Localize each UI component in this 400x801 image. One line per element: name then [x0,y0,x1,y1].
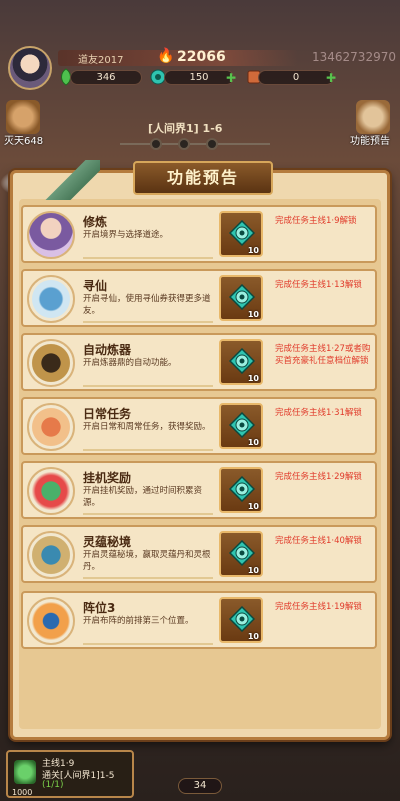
player-uid: 13462732970 [312,50,396,64]
quest-progress: (1/1) [42,780,64,790]
feature-title: 灵蕴秘境 [83,535,132,549]
reward-slot[interactable]: 10 [219,597,263,643]
jade-gem-icon [229,606,255,632]
auto-forge-icon [27,339,75,387]
resource-scroll-value: 0 [292,72,300,83]
stage-node [203,135,221,153]
stage-track [120,143,270,145]
feature-title: 阵位3 [83,601,116,615]
unlock-requirement: 完成任务主线1·19解锁 [275,602,362,612]
stage-label: [人间界1] 1-6 [148,122,223,135]
row-divider [83,513,213,515]
feature-row[interactable]: 挂机奖励 开启挂机奖励，通过时间积累资源。 10 完成任务主线1·29解锁 [21,461,377,519]
top-hud: 道友2017 🔥 22066 13462732970 346 150 ✚ 0 ✚ [0,0,400,100]
stage-node [175,135,193,153]
reward-slot[interactable]: 10 [219,211,263,257]
unlock-requirement: 完成任务主线1·9解锁 [275,216,357,226]
resource-leaf: 346 [70,70,142,85]
reward-slot[interactable]: 10 [219,467,263,513]
feature-title: 修炼 [83,215,108,229]
reward-count: 10 [247,502,259,511]
row-divider [83,577,213,579]
daily-task-icon [27,403,75,451]
row-divider [83,257,213,259]
feature-title: 日常任务 [83,407,132,421]
main-quest-tracker[interactable]: 主线1·9 通关[人间界1]1-5 (1/1) 1000 [6,750,134,798]
feature-description: 开启布阵的前排第三个位置。 [83,616,194,626]
unlock-requirement: 完成任务主线1·13解锁 [275,280,362,290]
cultivation-icon [27,211,75,259]
feature-description: 开启日常和周常任务，获得奖励。 [83,422,211,432]
resource-scroll: 0 [258,70,334,85]
feature-preview-label: 功能预告 [350,136,390,147]
feature-row[interactable]: 自动炼器 开启炼器鼎的自动功能。 10 完成任务主线1·27或者购买首充豪礼任意… [21,333,377,391]
resource-jade: 150 [164,70,234,85]
add-jade-button[interactable]: ✚ [226,71,236,85]
destroy-heaven-label: 灭天648 [4,136,44,147]
feature-description: 开启灵蕴秘境，赢取灵蕴丹和灵根丹。 [83,550,211,572]
feature-description: 开启境界与选择道途。 [83,230,169,240]
reward-count: 10 [247,310,259,319]
reward-count: 10 [247,438,259,447]
seek-immortal-icon [27,275,75,323]
resource-jade-value: 150 [189,72,209,83]
quest-reward-amount: 1000 [12,788,33,797]
reward-slot[interactable]: 10 [219,531,263,577]
quest-jade-icon [14,760,36,784]
feature-preview-panel: 功能预告 修炼 开启境界与选择道途。 10 完成任务主线1·9解锁 寻仙 开启寻… [10,161,390,740]
row-divider [83,321,213,323]
panel-title: 功能预告 [133,161,273,195]
player-name: 道友2017 [78,55,124,66]
add-scroll-button[interactable]: ✚ [326,71,336,85]
feature-preview-icon[interactable] [356,100,390,134]
unlock-requirement: 完成任务主线1·40解锁 [275,536,362,546]
jade-gem-icon [229,220,255,246]
feature-title: 自动炼器 [83,343,132,357]
unlock-requirement: 完成任务主线1·27或者购买首充豪礼任意档位解锁 [275,344,371,366]
feature-row[interactable]: 日常任务 开启日常和周常任务，获得奖励。 10 完成任务主线1·31解锁 [21,397,377,455]
feature-title: 挂机奖励 [83,471,132,485]
reward-count: 10 [247,374,259,383]
jade-gem-icon [229,540,255,566]
feature-row[interactable]: 灵蕴秘境 开启灵蕴秘境，赢取灵蕴丹和灵根丹。 10 完成任务主线1·40解锁 [21,525,377,583]
formation-icon [27,597,75,645]
reward-slot[interactable]: 10 [219,339,263,385]
feature-row[interactable]: 寻仙 开启寻仙，使用寻仙券获得更多道友。 10 完成任务主线1·13解锁 [21,269,377,327]
unlock-requirement: 完成任务主线1·29解锁 [275,472,362,482]
jade-gem-icon [229,476,255,502]
row-divider [83,449,213,451]
reward-count: 10 [247,566,259,575]
flame-icon: 🔥 [157,48,175,64]
reward-slot[interactable]: 10 [219,275,263,321]
jade-gem-icon [229,348,255,374]
idle-reward-icon [27,467,75,515]
row-divider [83,643,213,645]
player-avatar[interactable] [8,46,52,90]
row-divider [83,385,213,387]
destroy-heaven-icon[interactable] [6,100,40,134]
feature-description: 开启炼器鼎的自动功能。 [83,358,177,368]
feature-description: 开启挂机奖励，通过时间积累资源。 [83,486,203,508]
resource-leaf-value: 346 [96,72,116,83]
feature-description: 开启寻仙，使用寻仙券获得更多道友。 [83,294,211,316]
reward-count: 10 [247,632,259,641]
bottom-counter: 34 [178,778,222,794]
jade-gem-icon [229,284,255,310]
feature-row[interactable]: 阵位3 开启布阵的前排第三个位置。 10 完成任务主线1·19解锁 [21,591,377,649]
feature-title: 寻仙 [83,279,108,293]
reward-slot[interactable]: 10 [219,403,263,449]
unlock-requirement: 完成任务主线1·31解锁 [275,408,362,418]
stage-node [147,135,165,153]
feature-row[interactable]: 修炼 开启境界与选择道途。 10 完成任务主线1·9解锁 [21,205,377,263]
reward-count: 10 [247,246,259,255]
jade-gem-icon [229,412,255,438]
power-value: 22066 [177,49,226,65]
secret-realm-icon [27,531,75,579]
